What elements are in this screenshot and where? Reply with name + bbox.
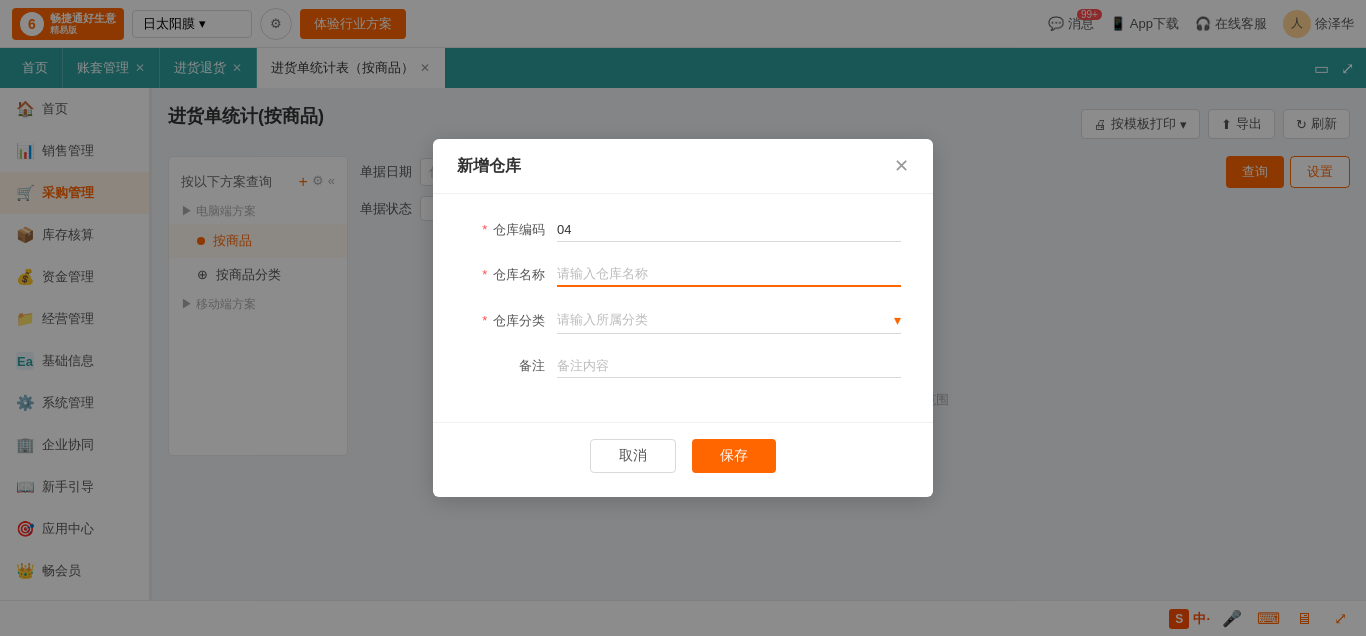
name-label-text: 仓库名称 — [493, 267, 545, 282]
remark-label: 备注 — [465, 357, 545, 375]
modal-header: 新增仓库 ✕ — [433, 139, 933, 194]
category-chevron-icon: ▾ — [894, 312, 901, 328]
remark-input[interactable] — [557, 354, 901, 378]
name-input[interactable] — [557, 262, 901, 287]
add-warehouse-modal: 新增仓库 ✕ * 仓库编码 * 仓库名称 — [433, 139, 933, 497]
modal-close-button[interactable]: ✕ — [894, 155, 909, 177]
form-row-remark: 备注 — [465, 354, 901, 378]
name-label: * 仓库名称 — [465, 266, 545, 284]
name-required-mark: * — [482, 267, 487, 282]
category-placeholder: 请输入所属分类 — [557, 311, 894, 329]
modal-overlay: 新增仓库 ✕ * 仓库编码 * 仓库名称 — [0, 0, 1366, 636]
remark-label-text: 备注 — [519, 358, 545, 373]
category-required-mark: * — [482, 313, 487, 328]
form-row-code: * 仓库编码 — [465, 218, 901, 242]
category-label: * 仓库分类 — [465, 312, 545, 330]
code-label: * 仓库编码 — [465, 221, 545, 239]
form-row-category: * 仓库分类 请输入所属分类 ▾ — [465, 307, 901, 334]
category-label-text: 仓库分类 — [493, 313, 545, 328]
form-row-name: * 仓库名称 — [465, 262, 901, 287]
code-required-mark: * — [482, 222, 487, 237]
cancel-button[interactable]: 取消 — [590, 439, 676, 473]
modal-title: 新增仓库 — [457, 156, 521, 177]
modal-footer: 取消 保存 — [433, 422, 933, 497]
code-label-text: 仓库编码 — [493, 222, 545, 237]
save-button[interactable]: 保存 — [692, 439, 776, 473]
category-select[interactable]: 请输入所属分类 ▾ — [557, 307, 901, 334]
modal-body: * 仓库编码 * 仓库名称 * 仓库分类 请输入所属 — [433, 194, 933, 422]
code-input[interactable] — [557, 218, 901, 242]
